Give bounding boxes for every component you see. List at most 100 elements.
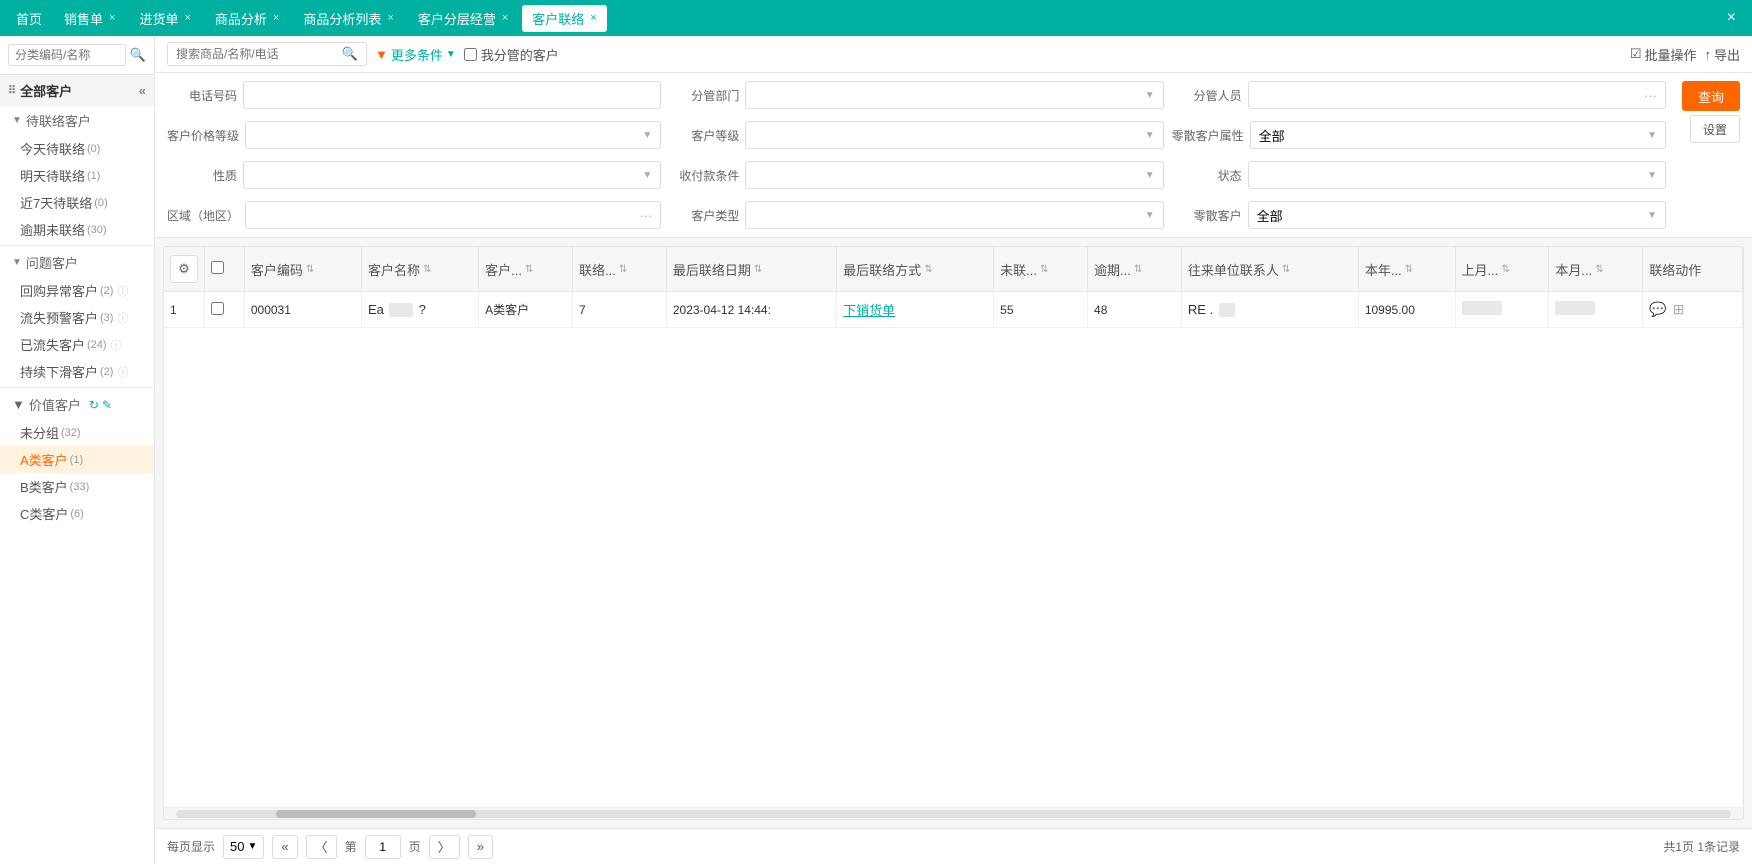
th-this-month[interactable]: 本月... ⇅ [1549, 247, 1643, 292]
row-chat-icon[interactable]: 💬 [1649, 301, 1666, 318]
my-customers-checkbox[interactable] [464, 48, 477, 61]
sidebar-item-tomorrow-pending[interactable]: 明天待联络 (1) [0, 162, 154, 189]
sidebar-item-7day-pending[interactable]: 近7天待联络 (0) [0, 189, 154, 216]
close-customer-contact-tab-icon[interactable]: × [590, 12, 596, 24]
table-gear-icon[interactable]: ⚙ [170, 255, 198, 283]
name-sort-icon: ⇅ [423, 264, 431, 275]
sidebar-item-overdue[interactable]: 逾期未联络 (30) [0, 216, 154, 243]
filter-cust-level-select[interactable]: ▼ [745, 121, 1163, 149]
filter-phone-input[interactable] [243, 81, 661, 109]
filter-retail-customer-select[interactable]: 全部 ▼ [1248, 201, 1666, 229]
th-overdue[interactable]: 逾期... ⇅ [1088, 247, 1182, 292]
page-number-input[interactable] [365, 835, 401, 859]
sidebar-item-class-c[interactable]: C类客户 (6) [0, 500, 154, 527]
close-goods-analysis-tab-icon[interactable]: × [273, 12, 279, 24]
close-purchase-tab-icon[interactable]: × [184, 12, 190, 24]
filter-phone-label: 电话号码 [167, 87, 237, 104]
sidebar-item-ungrouped[interactable]: 未分组 (32) [0, 419, 154, 446]
th-this-year[interactable]: 本年... ⇅ [1358, 247, 1455, 292]
select-all-checkbox[interactable] [211, 261, 224, 274]
export-btn[interactable]: ↑ 导出 [1704, 45, 1740, 64]
td-last-contact-method[interactable]: 下销货单 [837, 292, 994, 328]
row-checkbox[interactable] [211, 302, 224, 315]
th-not-contact[interactable]: 未联... ⇅ [994, 247, 1088, 292]
nav-tab-purchase[interactable]: 进货单 × [129, 5, 200, 32]
nav-tab-customer-contact[interactable]: 客户联络 × [522, 5, 606, 32]
customer-name-gray [389, 303, 413, 317]
th-last-contact-method[interactable]: 最后联络方式 ⇅ [837, 247, 994, 292]
close-sales-tab-icon[interactable]: × [109, 12, 115, 24]
all-customers-header[interactable]: ⠿ 全部客户 « [0, 75, 154, 106]
th-gear[interactable]: ⚙ [164, 247, 205, 292]
pending-group-header[interactable]: ▼ 待联络客户 [0, 106, 154, 135]
filter-row-1: 电话号码 分管部门 ▼ 分管人员 [167, 81, 1666, 109]
main-search-input[interactable] [176, 47, 342, 61]
th-name[interactable]: 客户名称 ⇅ [361, 247, 478, 292]
sidebar-item-declining[interactable]: 持续下滑客户 (2) ⓘ [0, 358, 154, 385]
filter-price-level-select[interactable]: ▼ [245, 121, 661, 149]
info-icon-2: ⓘ [117, 310, 128, 326]
sidebar-item-churn-warning[interactable]: 流失预警客户 (3) ⓘ [0, 304, 154, 331]
th-code[interactable]: 客户编码 ⇅ [244, 247, 361, 292]
th-last-month[interactable]: 上月... ⇅ [1455, 247, 1549, 292]
th-cust-type[interactable]: 客户... ⇅ [479, 247, 573, 292]
prev-page-btn[interactable]: 〈 [306, 835, 337, 859]
th-last-contact-date[interactable]: 最后联络日期 ⇅ [666, 247, 836, 292]
td-this-year: 10995.00 [1358, 292, 1455, 328]
sidebar-item-churned[interactable]: 已流失客户 (24) ⓘ [0, 331, 154, 358]
table-scroll[interactable]: ⚙ 客户编码 ⇅ [164, 247, 1743, 807]
filter-status-select[interactable]: ▼ [1248, 161, 1666, 189]
filter-person-select[interactable]: ··· [1248, 81, 1666, 109]
th-unit-contact[interactable]: 往来单位联系人 ⇅ [1181, 247, 1358, 292]
value-edit-icon[interactable]: ✎ [102, 398, 112, 412]
sidebar-item-abnormal-repurchase[interactable]: 回购异常客户 (2) ⓘ [0, 277, 154, 304]
category-search-icon[interactable]: 🔍 [130, 47, 146, 63]
more-filters-btn[interactable]: ▼ 更多条件 ▼ [375, 45, 456, 64]
query-button[interactable]: 查询 [1682, 81, 1740, 111]
lastmonth-sort-icon: ⇅ [1501, 264, 1509, 275]
filter-dept-select[interactable]: ▼ [745, 81, 1163, 109]
filter-cust-type-field: 客户类型 ▼ [669, 201, 1163, 229]
filter-region-select[interactable]: ··· [245, 201, 661, 229]
close-customer-tier-tab-icon[interactable]: × [502, 12, 508, 24]
last-page-btn[interactable]: » [468, 835, 493, 859]
nav-tab-goods-analysis-list[interactable]: 商品分析列表 × [293, 5, 403, 32]
category-search-input[interactable] [8, 44, 126, 66]
filter-cust-type-select[interactable]: ▼ [745, 201, 1163, 229]
nav-tab-sales[interactable]: 销售单 × [54, 5, 125, 32]
page-size-select[interactable]: 50 ▼ [223, 835, 264, 859]
more-filter-arrow-icon: ▼ [446, 49, 456, 60]
th-checkbox[interactable] [205, 247, 245, 292]
settings-button[interactable]: 设置 [1690, 115, 1740, 143]
sidebar-item-today-pending[interactable]: 今天待联络 (0) [0, 135, 154, 162]
nav-tab-customer-tier[interactable]: 客户分层经营 × [408, 5, 518, 32]
collapse-icon[interactable]: « [139, 83, 146, 98]
td-checkbox[interactable] [205, 292, 245, 328]
last-contact-method-link[interactable]: 下销货单 [843, 303, 895, 318]
batch-op-btn[interactable]: ☑ 批量操作 [1630, 45, 1697, 64]
first-page-btn[interactable]: « [272, 835, 297, 859]
td-row-actions: 💬 ⊞ [1643, 292, 1743, 328]
value-refresh-icon[interactable]: ↻ [89, 398, 99, 412]
filter-retail-attr-select[interactable]: 全部 ▼ [1250, 121, 1666, 149]
horizontal-scrollbar[interactable] [164, 807, 1743, 819]
next-page-btn[interactable]: 〉 [429, 835, 460, 859]
main-layout: 🔍 ⠿ 全部客户 « ▼ 待联络客户 今天待联络 (0) 明天待联络 (1) 近… [0, 36, 1752, 864]
sidebar-item-class-b[interactable]: B类客户 (33) [0, 473, 154, 500]
nav-home[interactable]: 首页 [8, 5, 50, 32]
problem-group-header[interactable]: ▼ 问题客户 [0, 248, 154, 277]
close-goods-list-tab-icon[interactable]: × [387, 12, 393, 24]
close-all-icon[interactable]: × [1719, 9, 1744, 26]
filter-dept-field: 分管部门 ▼ [669, 81, 1163, 109]
row-qr-icon[interactable]: ⊞ [1673, 301, 1685, 318]
th-contact-person[interactable]: 联络... ⇅ [572, 247, 666, 292]
dept-select-arrow-icon: ▼ [1145, 90, 1155, 101]
export-icon: ↑ [1704, 47, 1711, 62]
filter-nature-select[interactable]: ▼ [243, 161, 661, 189]
nav-tab-goods-analysis[interactable]: 商品分析 × [205, 5, 289, 32]
filter-payment-select[interactable]: ▼ [745, 161, 1163, 189]
sidebar-item-class-a[interactable]: A类客户 (1) [0, 446, 154, 473]
td-name: Ea ? [361, 292, 478, 328]
scrollbar-thumb[interactable] [276, 810, 476, 818]
main-search-icon[interactable]: 🔍 [342, 46, 358, 62]
